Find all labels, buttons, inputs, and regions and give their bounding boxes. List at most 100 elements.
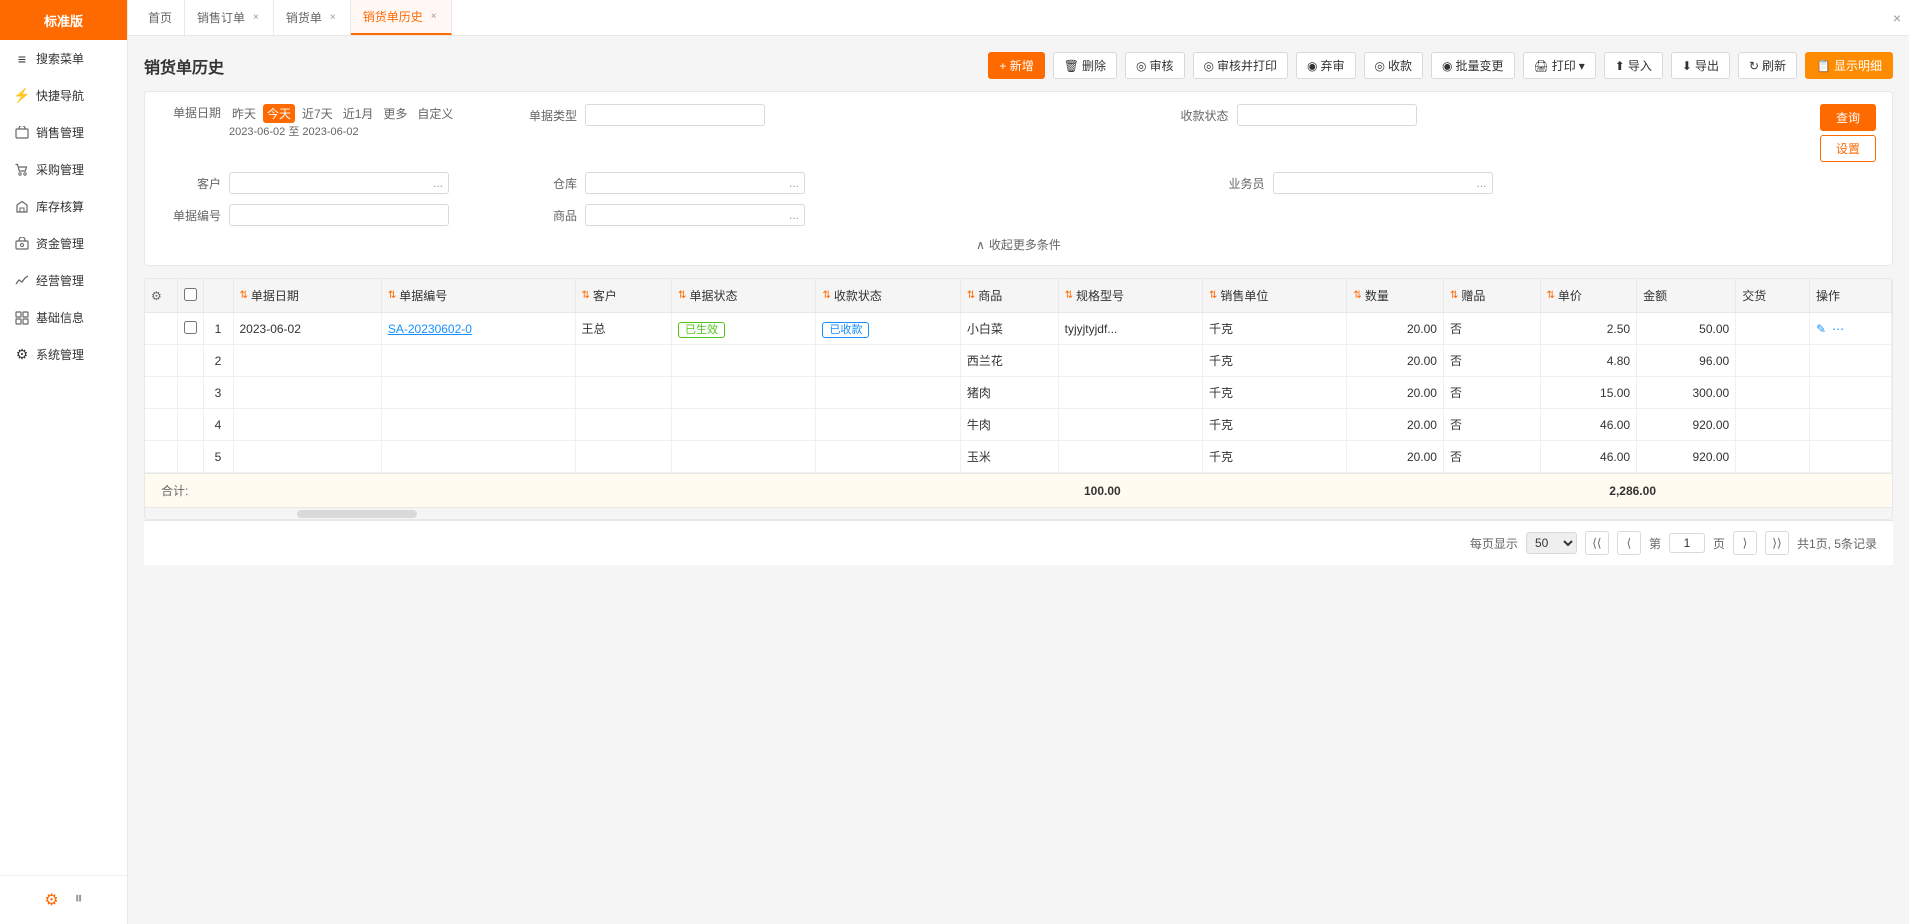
new-button[interactable]: + 新增	[988, 52, 1044, 79]
collect-status-label: 收款状态	[1169, 107, 1229, 124]
date-shortcut-1month[interactable]: 近1月	[340, 104, 377, 123]
row-action-edit[interactable]: ✎	[1816, 322, 1826, 336]
col-date: ⇅ 单据日期	[233, 279, 381, 313]
tab-bar-close-all[interactable]: ×	[1893, 10, 1901, 26]
staff-input[interactable]	[1273, 172, 1493, 194]
row-doc-no	[381, 345, 575, 377]
page-prev-button[interactable]: ⟨	[1617, 531, 1641, 555]
per-page-select[interactable]: 50 100 200	[1526, 532, 1577, 554]
row-actions	[1810, 409, 1892, 441]
page-last-button[interactable]: ⟩⟩	[1765, 531, 1789, 555]
query-button[interactable]: 查询	[1820, 104, 1876, 131]
staff-dots[interactable]: ...	[1476, 176, 1486, 190]
sidebar-settings-icon[interactable]: ⚙	[44, 890, 58, 910]
row-amount: 96.00	[1637, 345, 1736, 377]
tab-bar: 首页 销售订单 × 销货单 × 销货单历史 × ×	[128, 0, 1909, 36]
tab-sales-goods[interactable]: 销货单 ×	[274, 0, 351, 35]
row-gear	[145, 377, 177, 409]
date-shortcut-custom[interactable]: 自定义	[414, 104, 456, 123]
scrollbar-thumb[interactable]	[297, 510, 417, 518]
refresh-button[interactable]: ↻ 刷新	[1738, 52, 1797, 79]
sort-unit-price-icon[interactable]: ⇅	[1547, 290, 1555, 301]
row-unit: 千克	[1203, 441, 1347, 473]
sidebar-item-stock-calc[interactable]: 库存核算	[0, 188, 127, 225]
date-shortcut-7days[interactable]: 近7天	[299, 104, 336, 123]
row-doc-no	[381, 409, 575, 441]
import-button[interactable]: ⬆ 导入	[1604, 52, 1663, 79]
goods-input[interactable]	[585, 204, 805, 226]
doc-no-link[interactable]: SA-20230602-0	[388, 322, 472, 336]
fund-mgmt-icon	[14, 236, 30, 252]
sort-gift-icon[interactable]: ⇅	[1450, 290, 1458, 301]
row-date	[233, 345, 381, 377]
date-shortcut-yesterday[interactable]: 昨天	[229, 104, 259, 123]
delete-button[interactable]: 🗑 删除	[1053, 52, 1117, 79]
col-qty: ⇅ 数量	[1347, 279, 1444, 313]
audit-button[interactable]: ◎ 审核	[1125, 52, 1185, 79]
page-next-button[interactable]: ⟩	[1733, 531, 1757, 555]
sort-collect-status-icon[interactable]: ⇅	[822, 290, 830, 301]
date-shortcut-more[interactable]: 更多	[380, 104, 410, 123]
sort-doc-status-icon[interactable]: ⇅	[678, 290, 686, 301]
doc-no-input[interactable]	[229, 204, 449, 226]
abandon-button[interactable]: ◉ 弃审	[1296, 52, 1356, 79]
sidebar-item-sales-mgmt[interactable]: 销售管理	[0, 114, 127, 151]
sort-goods-icon[interactable]: ⇅	[967, 290, 975, 301]
tab-home[interactable]: 首页	[136, 0, 185, 35]
sidebar-item-sys-mgmt[interactable]: ⚙ 系统管理	[0, 336, 127, 373]
warehouse-input[interactable]	[585, 172, 805, 194]
row-gear	[145, 345, 177, 377]
collapse-button[interactable]: ∧ 收起更多条件	[161, 232, 1876, 253]
table-settings-icon[interactable]: ⚙	[151, 289, 162, 303]
sidebar-item-fund-mgmt[interactable]: 资金管理	[0, 225, 127, 262]
batch-change-button[interactable]: ◉ 批量变更	[1431, 52, 1515, 79]
row-gear	[145, 409, 177, 441]
settings-button[interactable]: 设置	[1820, 135, 1876, 162]
print-button[interactable]: 🖨 打印 ▾	[1523, 52, 1596, 79]
col-num	[203, 279, 233, 313]
sidebar-item-biz-mgmt[interactable]: 经营管理	[0, 262, 127, 299]
sidebar-collapse-icon[interactable]: ⏸	[75, 890, 83, 910]
col-doc-status: ⇅ 单据状态	[672, 279, 816, 313]
show-detail-button[interactable]: 📋 显示明细	[1805, 52, 1893, 79]
tab-close-sales-history[interactable]: ×	[429, 9, 439, 24]
sidebar-item-quick-nav[interactable]: ⚡ 快捷导航	[0, 77, 127, 114]
sort-qty-icon[interactable]: ⇅	[1353, 290, 1361, 301]
audit-print-button[interactable]: ◎ 审核并打印	[1193, 52, 1289, 79]
row-customer	[575, 409, 672, 441]
row-unit: 千克	[1203, 313, 1347, 345]
row-spec	[1058, 441, 1202, 473]
page-number-input[interactable]	[1669, 533, 1705, 553]
row-action-more[interactable]: ⋯	[1832, 322, 1844, 336]
tab-close-sales-goods[interactable]: ×	[328, 10, 338, 25]
row-select-checkbox[interactable]	[184, 321, 197, 334]
customer-input[interactable]	[229, 172, 449, 194]
row-trade	[1736, 313, 1810, 345]
page-first-button[interactable]: ⟨⟨	[1585, 531, 1609, 555]
row-unit-price: 4.80	[1540, 345, 1637, 377]
goods-dots[interactable]: ...	[789, 208, 799, 222]
sidebar-item-basic-info[interactable]: 基础信息	[0, 299, 127, 336]
collect-button[interactable]: ◎ 收款	[1364, 52, 1424, 79]
table-row: 1 2023-06-02 SA-20230602-0 王总 已生效 已收款 小白…	[145, 313, 1892, 345]
sidebar-item-purchase-mgmt[interactable]: 采购管理	[0, 151, 127, 188]
tab-sales-order[interactable]: 销售订单 ×	[185, 0, 274, 35]
date-shortcut-today[interactable]: 今天	[263, 104, 295, 123]
sidebar-item-label: 经营管理	[36, 272, 84, 289]
sidebar-item-label: 采购管理	[36, 161, 84, 178]
sidebar-item-search-menu[interactable]: ≡ 搜索菜单	[0, 40, 127, 77]
sort-spec-icon[interactable]: ⇅	[1065, 290, 1073, 301]
tab-sales-history[interactable]: 销货单历史 ×	[351, 0, 452, 35]
warehouse-dots[interactable]: ...	[789, 176, 799, 190]
tab-close-sales-order[interactable]: ×	[251, 10, 261, 25]
customer-dots[interactable]: ...	[433, 176, 443, 190]
sort-doc-no-icon[interactable]: ⇅	[388, 290, 396, 301]
sort-customer-icon[interactable]: ⇅	[582, 290, 590, 301]
sort-date-icon[interactable]: ⇅	[240, 290, 248, 301]
doc-type-select[interactable]	[585, 104, 765, 126]
horizontal-scrollbar[interactable]	[145, 507, 1892, 519]
export-button[interactable]: ⬇ 导出	[1671, 52, 1730, 79]
sort-unit-icon[interactable]: ⇅	[1209, 290, 1217, 301]
select-all-checkbox[interactable]	[184, 288, 197, 301]
collect-status-select[interactable]	[1237, 104, 1417, 126]
